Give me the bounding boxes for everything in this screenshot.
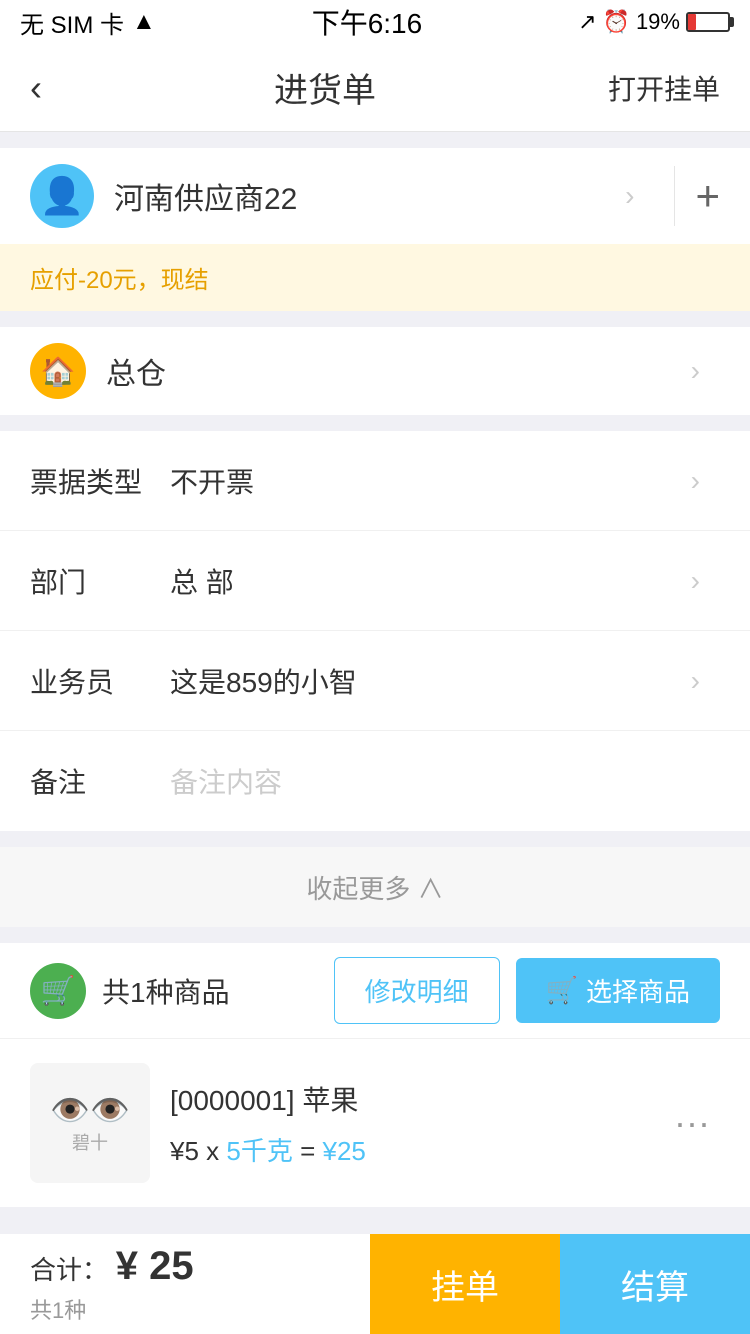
collapse-label: 收起更多 ∧ — [306, 869, 443, 906]
select-icon: 🛒 — [546, 975, 578, 1006]
settle-button[interactable]: 结算 — [560, 1234, 750, 1334]
product-title: 苹果 — [302, 1085, 358, 1116]
back-button[interactable]: ‹ — [30, 67, 42, 109]
brand-watermark: 碧十 — [72, 1129, 108, 1155]
product-details: [0000001] 苹果 ¥5 x 5千克 = ¥25 — [170, 1079, 664, 1168]
product-header: 🛒 共1种商品 修改明细 🛒 选择商品 — [0, 943, 750, 1039]
total-price: ¥25 — [322, 1136, 365, 1166]
total-row: 合计： ¥ 25 — [30, 1244, 340, 1289]
quantity: 5千克 — [226, 1136, 292, 1166]
warehouse-name: 总仓 — [106, 349, 691, 393]
remark-row[interactable]: 备注 备注内容 — [0, 731, 750, 831]
invoice-chevron-icon: › — [691, 465, 700, 497]
dept-row[interactable]: 部门 总 部 › — [0, 531, 750, 631]
status-bar: 无 SIM 卡 ▲ 下午6:16 ↗ ⏰ 19% — [0, 0, 750, 44]
form-section: 票据类型 不开票 › 部门 总 部 › 业务员 这是859的小智 › 备注 备注… — [0, 431, 750, 831]
dept-label: 部门 — [30, 561, 170, 601]
product-count: 共1种商品 — [102, 971, 334, 1011]
product-price-row: ¥5 x 5千克 = ¥25 — [170, 1131, 664, 1168]
edit-detail-button[interactable]: 修改明细 — [334, 957, 500, 1024]
bottom-bar: 合计： ¥ 25 共1种 挂单 结算 — [0, 1234, 750, 1334]
sales-label: 业务员 — [30, 661, 170, 701]
vertical-divider — [674, 166, 675, 226]
equals-sign: = — [293, 1136, 323, 1166]
carrier-text: 无 SIM 卡 — [20, 5, 124, 40]
cart-icon: 🛒 — [41, 974, 76, 1007]
sales-row[interactable]: 业务员 这是859的小智 › — [0, 631, 750, 731]
collapse-bar[interactable]: 收起更多 ∧ — [0, 847, 750, 927]
product-icon: 🛒 — [30, 963, 86, 1019]
remark-label: 备注 — [30, 761, 170, 801]
home-icon: 🏠 — [41, 355, 76, 388]
nav-bar: ‹ 进货单 打开挂单 — [0, 44, 750, 132]
warehouse-row[interactable]: 🏠 总仓 › — [0, 327, 750, 415]
page-title: 进货单 — [274, 63, 376, 112]
product-name: [0000001] 苹果 — [170, 1079, 664, 1119]
alarm-icon: ⏰ — [603, 9, 630, 35]
sales-value: 这是859的小智 — [170, 661, 691, 701]
battery-percent: 19% — [636, 9, 680, 35]
owl-icon: 👁️👁️ — [50, 1091, 130, 1129]
product-code: [0000001] — [170, 1085, 302, 1116]
invoice-label: 票据类型 — [30, 461, 170, 501]
dept-value: 总 部 — [170, 561, 691, 601]
product-more-button[interactable]: ··· — [664, 1102, 720, 1144]
invoice-value: 不开票 — [170, 461, 691, 501]
sales-chevron-icon: › — [691, 665, 700, 697]
warehouse-chevron-icon: › — [691, 355, 700, 387]
open-pending-button[interactable]: 打开挂单 — [608, 68, 720, 108]
remark-input[interactable]: 备注内容 — [170, 761, 720, 801]
product-thumbnail: 👁️👁️ 碧十 — [30, 1063, 150, 1183]
user-icon: 👤 — [40, 175, 85, 217]
product-item: 👁️👁️ 碧十 [0000001] 苹果 ¥5 x 5千克 = ¥25 ··· — [0, 1039, 750, 1207]
status-carrier: 无 SIM 卡 ▲ — [20, 5, 156, 40]
supplier-section: 👤 河南供应商22 › + 应付-20元，现结 — [0, 148, 750, 311]
select-product-label: 选择商品 — [586, 972, 690, 1009]
warehouse-icon: 🏠 — [30, 343, 86, 399]
total-label: 合计： — [30, 1255, 108, 1285]
unit-price: ¥5 x — [170, 1136, 226, 1166]
warehouse-section[interactable]: 🏠 总仓 › — [0, 327, 750, 415]
add-supplier-button[interactable]: + — [695, 172, 720, 220]
battery-icon — [686, 12, 730, 32]
select-product-button[interactable]: 🛒 选择商品 — [516, 958, 720, 1023]
invoice-row[interactable]: 票据类型 不开票 › — [0, 431, 750, 531]
supplier-chevron-icon: › — [625, 180, 634, 212]
supplier-notice: 应付-20元，现结 — [0, 244, 750, 311]
status-time: 下午6:16 — [312, 2, 423, 42]
total-area: 合计： ¥ 25 共1种 — [0, 1244, 370, 1325]
supplier-avatar: 👤 — [30, 164, 94, 228]
dept-chevron-icon: › — [691, 565, 700, 597]
total-amount: ¥ 25 — [116, 1244, 194, 1288]
total-sub: 共1种 — [30, 1293, 340, 1325]
supplier-name: 河南供应商22 — [114, 174, 625, 218]
supplier-row[interactable]: 👤 河南供应商22 › + — [0, 148, 750, 244]
main-content: 👤 河南供应商22 › + 应付-20元，现结 🏠 总仓 › 票据类型 不开票 … — [0, 148, 750, 1327]
status-icons: ↗ ⏰ 19% — [578, 9, 730, 35]
location-icon: ↗ — [578, 9, 596, 35]
wifi-icon: ▲ — [132, 8, 156, 36]
pending-button[interactable]: 挂单 — [370, 1234, 560, 1334]
product-section: 🛒 共1种商品 修改明细 🛒 选择商品 👁️👁️ 碧十 [0000001] 苹果 — [0, 943, 750, 1207]
